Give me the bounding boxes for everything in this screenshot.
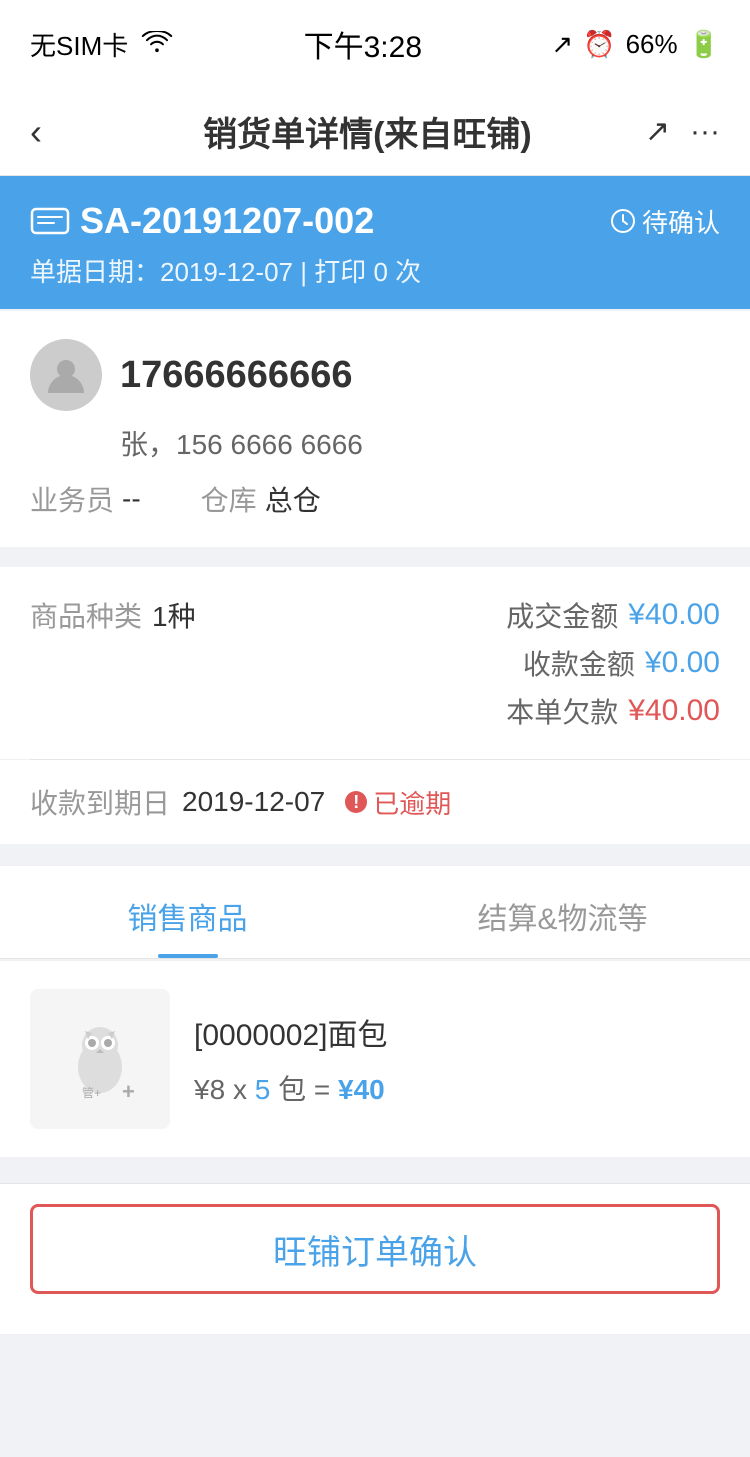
status-right: ↗ ⏰ 66% 🔋	[551, 29, 720, 60]
product-image: + 管+	[30, 989, 170, 1129]
customer-meta: 业务员 -- 仓库 总仓	[30, 479, 720, 519]
product-type-group: 商品种类 1种	[30, 595, 196, 635]
overdue-icon: !	[345, 791, 367, 813]
product-total: ¥40	[338, 1074, 385, 1105]
order-id-row: SA-20191207-002 待确认	[30, 200, 720, 242]
order-icon	[30, 205, 70, 237]
page-title: 销货单详情(来自旺铺)	[203, 107, 532, 156]
warehouse-label: 仓库	[201, 479, 257, 519]
order-date: 单据日期：2019-12-07 | 打印 0 次	[30, 252, 720, 289]
overdue-text: 已逾期	[373, 784, 451, 821]
carrier-text: 无SIM卡	[30, 26, 128, 63]
product-price-detail: ¥8 x 5 包 = ¥40	[194, 1068, 720, 1108]
transaction-label: 成交金额	[506, 595, 618, 635]
warehouse-value: 总仓	[265, 479, 321, 519]
divider-1	[0, 547, 750, 567]
equals-sign: =	[314, 1074, 338, 1105]
confirm-button[interactable]: 旺铺订单确认	[30, 1204, 720, 1294]
tabs-container: 销售商品 结算&物流等	[0, 866, 750, 959]
customer-card: 17666666666 张，156 6666 6666 业务员 -- 仓库 总仓	[0, 311, 750, 547]
tab-sales[interactable]: 销售商品	[0, 866, 375, 958]
quantity: 5	[255, 1074, 271, 1105]
due-date-value: 2019-12-07	[182, 786, 325, 818]
status-bar: 无SIM卡 下午3:28 ↗ ⏰ 66% 🔋	[0, 0, 750, 88]
product-type-label: 商品种类	[30, 595, 142, 635]
order-id: SA-20191207-002	[30, 200, 374, 242]
bottom-bar: 旺铺订单确认	[0, 1183, 750, 1334]
summary-row: 商品种类 1种 成交金额 ¥40.00 收款金额 ¥0.00 本单欠款 ¥40.…	[30, 595, 720, 731]
product-item: + 管+ [0000002]面包 ¥8 x 5 包 = ¥40	[0, 961, 750, 1157]
warehouse-item: 仓库 总仓	[201, 479, 321, 519]
customer-name: 张，156 6666 6666	[120, 423, 720, 463]
nav-bar: ‹ 销货单详情(来自旺铺) ↗︎ ···	[0, 88, 750, 176]
divider-2	[0, 844, 750, 864]
payment-label: 收款金额	[523, 643, 635, 683]
svg-text:+: +	[122, 1079, 135, 1104]
svg-text:管+: 管+	[82, 1085, 101, 1100]
transaction-value: ¥40.00	[628, 598, 720, 632]
product-type-value: 1种	[152, 595, 196, 635]
battery-text: 66%	[626, 29, 678, 60]
nav-actions: ↗︎ ···	[645, 114, 720, 149]
amounts-group: 成交金额 ¥40.00 收款金额 ¥0.00 本单欠款 ¥40.00	[506, 595, 720, 731]
back-button[interactable]: ‹	[30, 111, 90, 153]
share-icon[interactable]: ↗︎	[645, 114, 670, 149]
order-header: SA-20191207-002 待确认 单据日期：2019-12-07 | 打印…	[0, 176, 750, 309]
customer-row: 17666666666	[30, 339, 720, 411]
transaction-row: 成交金额 ¥40.00	[506, 595, 720, 635]
due-date-card: 收款到期日 2019-12-07 ! 已逾期	[0, 760, 750, 844]
product-thumbnail: + 管+	[50, 1009, 150, 1109]
balance-value: ¥40.00	[628, 694, 720, 728]
unit-price: ¥8	[194, 1074, 225, 1105]
tab-settlement[interactable]: 结算&物流等	[375, 866, 750, 958]
product-name: [0000002]面包	[194, 1010, 720, 1054]
wifi-icon	[140, 29, 174, 60]
clock-icon	[610, 208, 636, 234]
order-status: 待确认	[610, 203, 720, 240]
salesperson-label: 业务员	[30, 479, 114, 519]
multiply-sign: x	[233, 1074, 255, 1105]
salesperson-value: --	[122, 483, 141, 515]
status-left: 无SIM卡	[30, 26, 174, 63]
balance-label: 本单欠款	[506, 691, 618, 731]
balance-row: 本单欠款 ¥40.00	[506, 691, 720, 731]
product-list: + 管+ [0000002]面包 ¥8 x 5 包 = ¥40	[0, 961, 750, 1157]
battery-icon: 🔋	[688, 29, 720, 60]
payment-value: ¥0.00	[645, 646, 720, 680]
more-icon[interactable]: ···	[690, 115, 720, 149]
due-label: 收款到期日	[30, 782, 170, 822]
location-icon: ↗	[551, 29, 573, 60]
payment-row: 收款金额 ¥0.00	[523, 643, 720, 683]
customer-phone: 17666666666	[120, 354, 352, 397]
status-time: 下午3:28	[304, 22, 422, 66]
unit: 包	[278, 1074, 306, 1105]
overdue-badge: ! 已逾期	[345, 784, 451, 821]
alarm-icon: ⏰	[583, 29, 615, 60]
product-info: [0000002]面包 ¥8 x 5 包 = ¥40	[194, 1010, 720, 1108]
avatar	[30, 339, 102, 411]
summary-card: 商品种类 1种 成交金额 ¥40.00 收款金额 ¥0.00 本单欠款 ¥40.…	[0, 567, 750, 759]
salesperson-item: 业务员 --	[30, 479, 141, 519]
